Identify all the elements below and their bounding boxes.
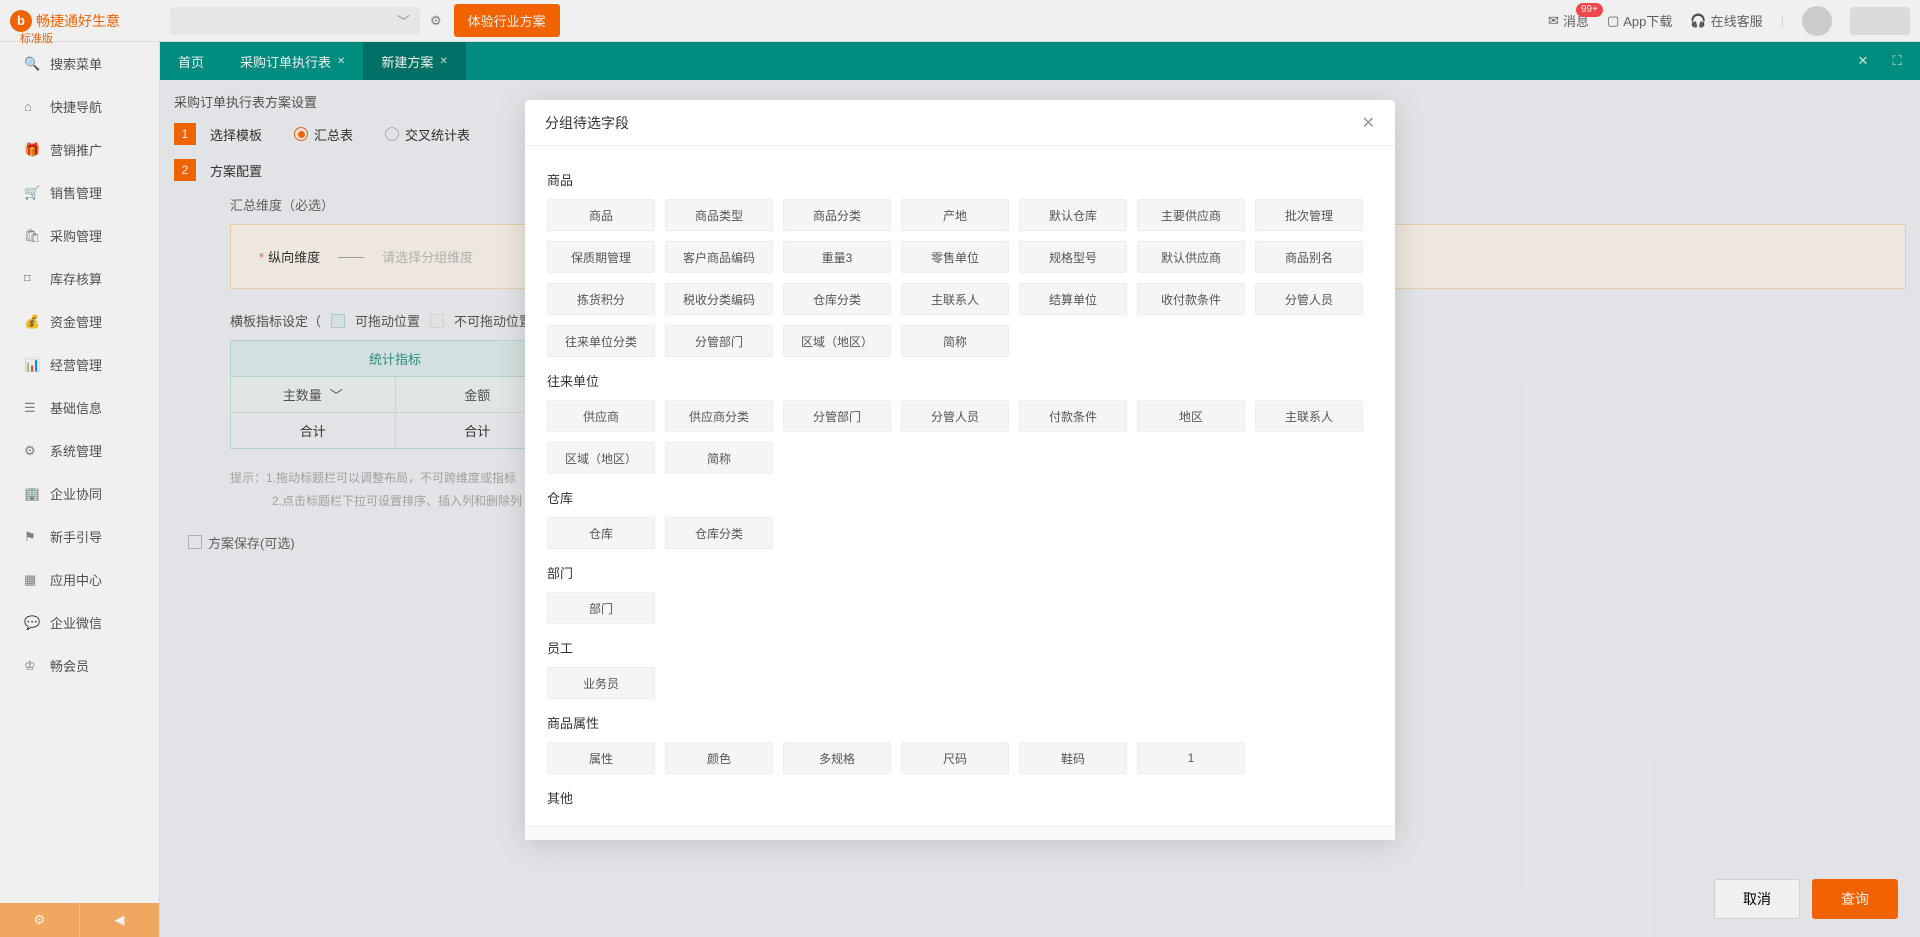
modal-header: 分组待选字段 ✕ <box>525 100 1395 146</box>
field-chip[interactable]: 1 <box>1137 742 1245 774</box>
field-chip[interactable]: 商品别名 <box>1255 241 1363 273</box>
field-chip[interactable]: 仓库 <box>547 517 655 549</box>
modal-close-button[interactable]: ✕ <box>1362 113 1375 133</box>
field-chip[interactable]: 区域（地区） <box>783 325 891 357</box>
field-chip[interactable]: 地区 <box>1137 400 1245 432</box>
field-chip[interactable]: 往来单位分类 <box>547 325 655 357</box>
field-chip[interactable]: 业务员 <box>547 667 655 699</box>
field-chip[interactable]: 商品分类 <box>783 199 891 231</box>
field-chip[interactable]: 主要供应商 <box>1137 199 1245 231</box>
field-group-chips: 业务员 <box>547 667 1373 699</box>
field-group-chips: 供应商供应商分类分管部门分管人员付款条件地区主联系人区域（地区） 简称 <box>547 400 1373 474</box>
field-chip[interactable]: 分管人员 <box>901 400 1009 432</box>
horizontal-scrollbar[interactable] <box>525 826 1395 840</box>
field-select-modal: 分组待选字段 ✕ 商品商品商品类型商品分类产地默认仓库主要供应商批次管理保质期管… <box>525 100 1395 840</box>
field-chip[interactable]: 尺码 <box>901 742 1009 774</box>
field-group-chips: 属性颜色多规格尺码鞋码 1 <box>547 742 1373 774</box>
field-chip[interactable]: 产地 <box>901 199 1009 231</box>
field-chip[interactable]: 简称 <box>901 325 1009 357</box>
field-chip[interactable]: 商品类型 <box>665 199 773 231</box>
field-group-title: 商品 <box>547 170 1373 189</box>
field-chip[interactable]: 客户商品编码 <box>665 241 773 273</box>
field-chip[interactable]: 分管人员 <box>1255 283 1363 315</box>
field-chip[interactable]: 供应商分类 <box>665 400 773 432</box>
field-group-title: 仓库 <box>547 488 1373 507</box>
field-chip[interactable]: 属性 <box>547 742 655 774</box>
field-chip[interactable]: 税收分类编码 <box>665 283 773 315</box>
field-chip[interactable]: 简称 <box>665 442 773 474</box>
field-chip[interactable]: 鞋码 <box>1019 742 1127 774</box>
field-chip[interactable]: 规格型号 <box>1019 241 1127 273</box>
field-group-title: 其他 <box>547 788 1373 807</box>
field-chip[interactable]: 保质期管理 <box>547 241 655 273</box>
field-group-chips: 仓库仓库分类 <box>547 517 1373 549</box>
field-chip[interactable]: 分管部门 <box>665 325 773 357</box>
field-chip[interactable]: 商品 <box>547 199 655 231</box>
modal-body: 商品商品商品类型商品分类产地默认仓库主要供应商批次管理保质期管理客户商品编码重量… <box>525 146 1395 826</box>
field-chip[interactable]: 结算单位 <box>1019 283 1127 315</box>
field-group-title: 部门 <box>547 563 1373 582</box>
field-chip[interactable]: 主联系人 <box>901 283 1009 315</box>
field-group-chips: 商品商品类型商品分类产地默认仓库主要供应商批次管理保质期管理客户商品编码重量3 零… <box>547 199 1373 357</box>
field-group-title: 商品属性 <box>547 713 1373 732</box>
field-chip[interactable]: 零售单位 <box>901 241 1009 273</box>
field-chip[interactable]: 颜色 <box>665 742 773 774</box>
field-group-title: 员工 <box>547 638 1373 657</box>
modal-mask: 分组待选字段 ✕ 商品商品商品类型商品分类产地默认仓库主要供应商批次管理保质期管… <box>0 0 1920 937</box>
field-chip[interactable]: 仓库分类 <box>665 517 773 549</box>
field-chip[interactable]: 分管部门 <box>783 400 891 432</box>
field-chip[interactable]: 仓库分类 <box>783 283 891 315</box>
field-chip[interactable]: 收付款条件 <box>1137 283 1245 315</box>
modal-title: 分组待选字段 <box>545 113 629 133</box>
field-chip[interactable]: 拣货积分 <box>547 283 655 315</box>
field-chip[interactable]: 默认仓库 <box>1019 199 1127 231</box>
field-chip[interactable]: 供应商 <box>547 400 655 432</box>
field-chip[interactable]: 部门 <box>547 592 655 624</box>
field-chip[interactable]: 区域（地区） <box>547 442 655 474</box>
field-group-title: 往来单位 <box>547 371 1373 390</box>
field-chip[interactable]: 付款条件 <box>1019 400 1127 432</box>
field-chip[interactable]: 批次管理 <box>1255 199 1363 231</box>
field-chip[interactable]: 多规格 <box>783 742 891 774</box>
field-chip[interactable]: 默认供应商 <box>1137 241 1245 273</box>
field-chip[interactable]: 重量3 <box>783 241 891 273</box>
field-group-chips: 部门 <box>547 592 1373 624</box>
field-chip[interactable]: 主联系人 <box>1255 400 1363 432</box>
